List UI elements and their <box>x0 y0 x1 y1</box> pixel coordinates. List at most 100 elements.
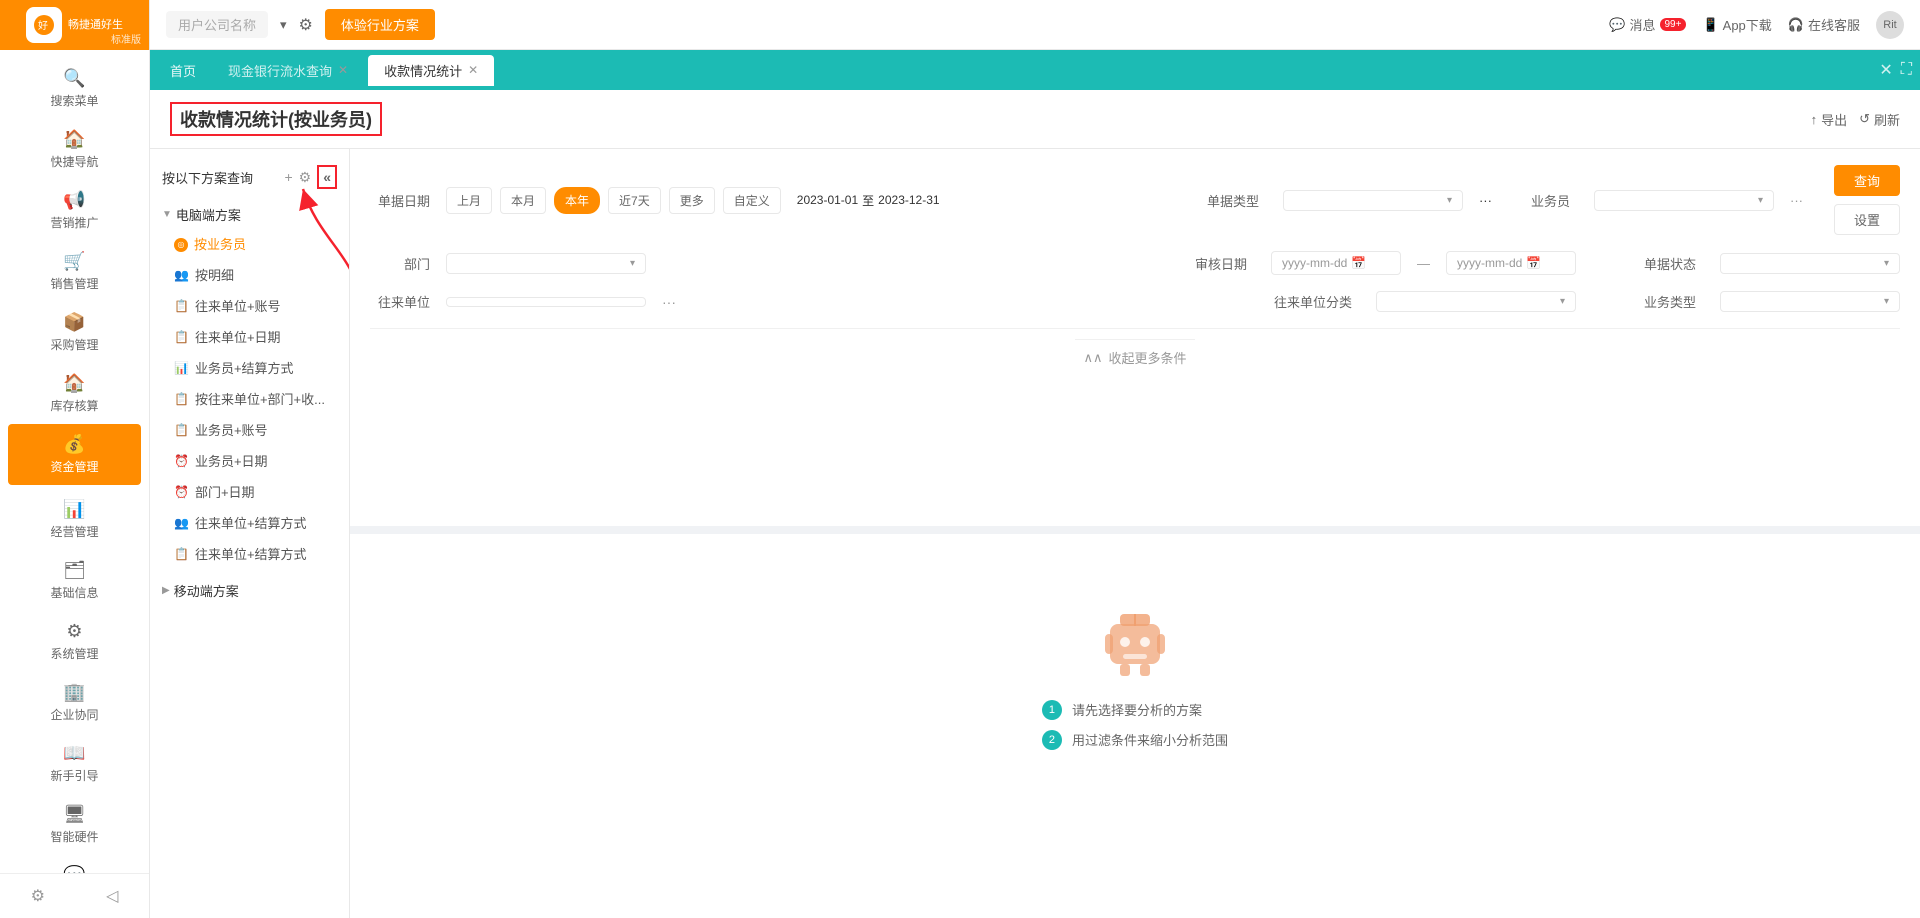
settings-bottom-icon[interactable]: ⚙ <box>31 886 45 906</box>
tab-bank[interactable]: 现金银行流水查询 ✕ <box>212 55 364 86</box>
tab-receivable-close[interactable]: ✕ <box>468 63 478 77</box>
tab-fullscreen-icon[interactable]: ⛶ <box>1901 61 1912 79</box>
salesperson-more-icon[interactable]: ··· <box>1790 193 1810 208</box>
filter-row-unit: 往来单位 ··· 往来单位分类 ▾ <box>370 291 1900 312</box>
sidebar-item-basic[interactable]: 🗂 基础信息 <box>0 550 149 611</box>
unit-payment1-item-icon: 👥 <box>174 516 189 530</box>
page-header-actions: ↑ 导出 ↺ 刷新 <box>1811 110 1900 129</box>
sidebar-item-inventory[interactable]: 🏠 库存核算 <box>0 363 149 424</box>
capital-icon: 💰 <box>63 434 85 455</box>
date-label: 单据日期 <box>370 191 430 210</box>
headset-icon: 🎧 <box>1788 17 1804 33</box>
tab-close-all-icon[interactable]: ✕ <box>1879 60 1892 80</box>
sidebar-item-enterprise[interactable]: 🏢 企业协同 <box>0 672 149 733</box>
scheme-settings-icon[interactable]: ⚙ <box>299 169 312 186</box>
scheme-item-by-unit-date[interactable]: 📋 往来单位+日期 <box>150 321 349 352</box>
scheme-item-by-detail[interactable]: 👥 按明细 <box>150 259 349 290</box>
doc-type-select[interactable]: ▾ <box>1283 190 1463 211</box>
scheme-item-by-unit-account[interactable]: 📋 往来单位+账号 <box>150 290 349 321</box>
query-button[interactable]: 查询 <box>1834 165 1900 196</box>
salesperson-label: 业务员 <box>1531 191 1570 210</box>
scheme-item-by-salesperson-payment[interactable]: 📊 业务员+结算方式 <box>150 352 349 383</box>
company-dropdown[interactable]: ▾ <box>280 17 287 33</box>
sidebar-item-capital[interactable]: 💰 资金管理 <box>8 424 141 485</box>
review-date-to[interactable]: yyyy-mm-dd 📅 <box>1446 251 1576 275</box>
doc-status-select[interactable]: ▾ <box>1720 253 1900 274</box>
date-btn-custom[interactable]: 自定义 <box>723 187 781 214</box>
salesperson-chevron-icon: ▾ <box>1758 195 1763 206</box>
scheme-item-by-salesperson[interactable]: ◎ 按业务员 <box>150 228 349 259</box>
scheme-group-pc-header[interactable]: ▼ 电脑端方案 <box>150 201 349 228</box>
collapse-bottom-icon[interactable]: ◁ <box>106 886 118 906</box>
sidebar-item-quick[interactable]: 🏠 快捷导航 <box>0 119 149 180</box>
scheme-item-by-dept-date[interactable]: ⏰ 部门+日期 <box>150 476 349 507</box>
date-btn-last-month[interactable]: 上月 <box>446 187 492 214</box>
scheme-panel-collapse-btn[interactable]: « <box>317 165 337 189</box>
unit-type-select[interactable]: ▾ <box>1376 291 1576 312</box>
scheme-item-by-unit-payment2[interactable]: 📋 往来单位+结算方式 <box>150 538 349 569</box>
scheme-item-by-unit-payment1[interactable]: 👥 往来单位+结算方式 <box>150 507 349 538</box>
sidebar-bottom: ⚙ ◁ <box>0 873 149 918</box>
sidebar-item-search[interactable]: 🔍 搜索菜单 <box>0 58 149 119</box>
salesperson-select[interactable]: ▾ <box>1594 190 1774 211</box>
scheme-item-by-salesperson-account[interactable]: 📋 业务员+账号 <box>150 414 349 445</box>
dept-date-item-icon: ⏰ <box>174 485 189 499</box>
header-settings-icon[interactable]: ⚙ <box>299 15 313 35</box>
pc-group-arrow-icon: ▼ <box>162 209 172 220</box>
date-btn-this-year[interactable]: 本年 <box>554 187 600 214</box>
sidebar-item-guide[interactable]: 📖 新手引导 <box>0 733 149 794</box>
scheme-panel: 按以下方案查询 + ⚙ « ▼ 电脑端方案 <box>150 149 350 918</box>
sidebar-item-operation[interactable]: 📊 经营管理 <box>0 489 149 550</box>
scheme-item-by-salesperson-date[interactable]: ⏰ 业务员+日期 <box>150 445 349 476</box>
sidebar-item-marketing[interactable]: 📢 营销推广 <box>0 180 149 241</box>
unit-payment2-item-icon: 📋 <box>174 547 189 561</box>
salesperson-item-icon: ◎ <box>174 236 188 252</box>
export-button[interactable]: ↑ 导出 <box>1811 110 1848 129</box>
sidebar-item-sales[interactable]: 🛒 销售管理 <box>0 241 149 302</box>
scheme-group-mobile-header[interactable]: ▶ 移动端方案 <box>150 577 349 604</box>
scheme-item-by-unit-dept[interactable]: 📋 按往来单位+部门+收... <box>150 383 349 414</box>
main-filter-buttons: 查询 设置 <box>1826 165 1900 235</box>
page-header: 收款情况统计(按业务员) ↑ 导出 ↺ 刷新 <box>150 90 1920 149</box>
collapse-up-icon: ∧∧ <box>1083 350 1102 366</box>
tab-bank-close[interactable]: ✕ <box>338 63 348 77</box>
unit-more-icon[interactable]: ··· <box>662 294 676 310</box>
page-content: 收款情况统计(按业务员) ↑ 导出 ↺ 刷新 按以下方 <box>150 90 1920 918</box>
dropdown-chevron-icon: ▾ <box>280 17 287 33</box>
message-btn[interactable]: 💬 消息 99+ <box>1609 15 1686 34</box>
dept-chevron-icon: ▾ <box>630 258 635 269</box>
unit-date-item-icon: 📋 <box>174 330 189 344</box>
edition-badge: 标准版 <box>111 31 141 46</box>
sales-icon: 🛒 <box>63 251 85 272</box>
review-date-from[interactable]: yyyy-mm-dd 📅 <box>1271 251 1401 275</box>
app-icon: 📱 <box>1702 17 1718 33</box>
empty-tips: 1 请先选择要分析的方案 2 用过滤条件来缩小分析范围 <box>1042 700 1228 750</box>
unit-select[interactable] <box>446 297 646 307</box>
scheme-panel-header: 按以下方案查询 + ⚙ « <box>150 157 349 197</box>
date-btn-7days[interactable]: 近7天 <box>608 187 661 214</box>
biz-type-select[interactable]: ▾ <box>1720 291 1900 312</box>
date-btn-this-month[interactable]: 本月 <box>500 187 546 214</box>
tab-home[interactable]: 首页 <box>158 55 208 86</box>
sidebar-item-hardware[interactable]: 🖥 智能硬件 <box>0 794 149 855</box>
online-service-btn[interactable]: 🎧 在线客服 <box>1788 15 1860 34</box>
settings-button[interactable]: 设置 <box>1834 204 1900 235</box>
collapse-more-btn[interactable]: ∧∧ 收起更多条件 <box>1075 339 1194 375</box>
user-avatar[interactable]: Rit <box>1876 11 1904 39</box>
sidebar-item-purchase[interactable]: 📦 采购管理 <box>0 302 149 363</box>
trial-button[interactable]: 体验行业方案 <box>325 9 435 40</box>
date-btn-more[interactable]: 更多 <box>669 187 715 214</box>
calendar-icon2: 📅 <box>1526 256 1541 270</box>
add-scheme-icon[interactable]: + <box>284 169 292 185</box>
tab-receivable[interactable]: 收款情况统计 ✕ <box>368 55 494 86</box>
sidebar-item-wechat[interactable]: 💬 企业微信 <box>0 855 149 873</box>
empty-tip-1: 1 请先选择要分析的方案 <box>1042 700 1228 720</box>
refresh-button[interactable]: ↺ 刷新 <box>1859 110 1900 129</box>
doc-status-label: 单据状态 <box>1644 254 1696 273</box>
salesperson-account-item-icon: 📋 <box>174 423 189 437</box>
dept-select[interactable]: ▾ <box>446 253 646 274</box>
message-badge: 99+ <box>1660 18 1687 31</box>
svg-text:好: 好 <box>38 20 48 32</box>
sidebar-item-system[interactable]: ⚙ 系统管理 <box>0 611 149 672</box>
app-download-btn[interactable]: 📱 App下载 <box>1702 15 1771 34</box>
